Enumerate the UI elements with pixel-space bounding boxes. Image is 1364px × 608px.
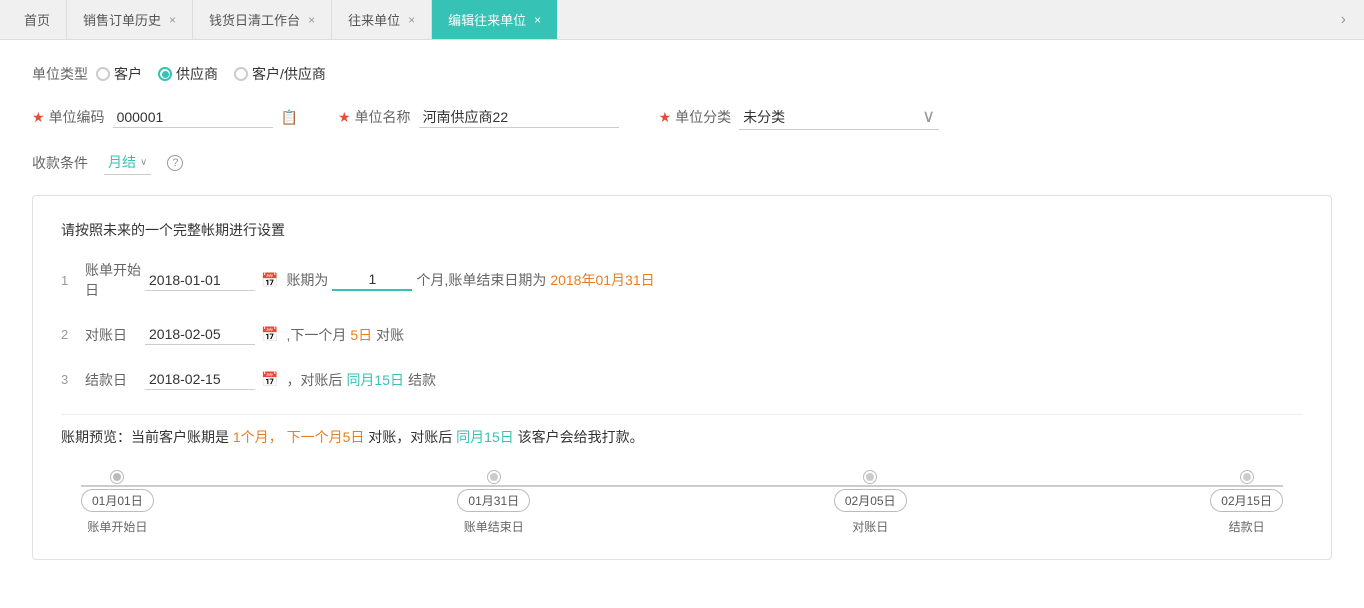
timeline-label-3: 对账日	[852, 518, 888, 535]
payment-terms-help-icon[interactable]: ?	[167, 155, 183, 171]
unit-name-required: ★	[338, 109, 351, 126]
unit-info-row: ★ 单位编码 📋 ★ 单位名称 ★ 单位分类 未分类 ∨	[32, 104, 1332, 130]
timeline-label-1: 账单开始日	[87, 518, 147, 535]
unit-code-input[interactable]	[113, 107, 273, 128]
payment-terms-label: 收款条件	[32, 153, 88, 173]
radio-customer-supplier[interactable]: 客户/供应商	[234, 64, 326, 84]
tab-sales-order-history[interactable]: 销售订单历史 ×	[67, 0, 193, 39]
payment-terms-item: 收款条件 月结 ∨ ?	[32, 150, 183, 175]
payment-terms-row: 收款条件 月结 ∨ ?	[32, 150, 1332, 175]
timeline-date-1: 01月01日	[81, 489, 154, 512]
tab-edit-partner[interactable]: 编辑往来单位 ×	[432, 0, 557, 39]
section-separator	[61, 414, 1303, 415]
radio-customer-supplier-circle	[234, 67, 248, 81]
row-3-day-highlight: 同月15日	[346, 370, 404, 390]
row-1-calendar-icon[interactable]: 📅	[261, 272, 278, 289]
unit-code-icon[interactable]: 📋	[281, 109, 298, 126]
tab-home[interactable]: 首页	[8, 0, 67, 39]
row-2-suffix: ,下一个月 5日 对账	[286, 325, 404, 345]
payment-terms-value: 月结	[108, 152, 136, 172]
row-3-suffix: ，对账后 同月15日 结款	[286, 370, 436, 390]
unit-code-required: ★	[32, 109, 45, 126]
unit-name-item: ★ 单位名称	[338, 107, 619, 128]
row-1-num: 1	[61, 273, 85, 288]
timeline-point-1: 01月01日 账单开始日	[81, 471, 154, 535]
timeline-dot-4	[1241, 471, 1253, 483]
timeline-dot-2	[488, 471, 500, 483]
preview-part1: 1个月，	[233, 429, 283, 445]
close-tab-sales[interactable]: ×	[169, 13, 176, 27]
tab-bar: 首页 销售订单历史 × 钱货日清工作台 × 往来单位 × 编辑往来单位 × ›	[0, 0, 1364, 40]
tab-partner-units[interactable]: 往来单位 ×	[332, 0, 432, 39]
unit-class-value: 未分类	[743, 107, 785, 127]
row-2-type-label: 对账日	[85, 325, 145, 345]
period-settings-section: 请按照未来的一个完整帐期进行设置 1 账单开始日 📅 账期为 个月,账单结束日期…	[32, 195, 1332, 560]
unit-type-item: 单位类型 客户 供应商 客户/供应商	[32, 64, 326, 84]
row-2-day-highlight: 5日	[350, 325, 372, 345]
unit-class-label: 单位分类	[675, 107, 731, 127]
unit-code-item: ★ 单位编码 📋	[32, 107, 298, 128]
timeline-label-2: 账单结束日	[464, 518, 524, 535]
timeline: 01月01日 账单开始日 01月31日 账单结束日 02月05日 对账日	[61, 471, 1303, 535]
tab-cash-ledger[interactable]: 钱货日清工作台 ×	[193, 0, 332, 39]
row-1-type-label: 账单开始日	[85, 260, 145, 300]
unit-name-input[interactable]	[419, 107, 619, 128]
timeline-dot-1	[111, 471, 123, 483]
preview-part2: 下一个月5日	[287, 429, 365, 445]
setting-row-3: 3 结款日 📅 ，对账后 同月15日 结款	[61, 369, 1303, 390]
tab-more-button[interactable]: ›	[1331, 11, 1356, 29]
setting-row-1: 1 账单开始日 📅 账期为 个月,账单结束日期为 2018年01月31日	[61, 260, 1303, 300]
preview-text: 账期预览：当前客户账期是 1个月， 下一个月5日 对账，对账后 同月15日 该客…	[61, 427, 1303, 447]
period-months-input[interactable]	[332, 269, 412, 291]
radio-supplier[interactable]: 供应商	[158, 64, 218, 84]
unit-class-item: ★ 单位分类 未分类 ∨	[659, 104, 940, 130]
setting-row-2: 2 对账日 📅 ,下一个月 5日 对账	[61, 324, 1303, 345]
row-1-suffix: 账期为 个月,账单结束日期为 2018年01月31日	[286, 269, 654, 291]
timeline-date-3: 02月05日	[834, 489, 907, 512]
unit-type-row: 单位类型 客户 供应商 客户/供应商	[32, 64, 1332, 84]
payment-terms-chevron-icon: ∨	[140, 157, 147, 168]
timeline-point-4: 02月15日 结款日	[1210, 471, 1283, 535]
unit-type-label: 单位类型	[32, 64, 88, 84]
close-tab-cash[interactable]: ×	[308, 13, 315, 27]
radio-supplier-circle	[158, 67, 172, 81]
timeline-point-2: 01月31日 账单结束日	[457, 471, 530, 535]
row-2-date-input[interactable]	[145, 324, 255, 345]
row-1-end-date-highlight: 2018年01月31日	[550, 270, 654, 290]
preview-part3: 同月15日	[456, 429, 514, 445]
unit-type-radio-group: 客户 供应商 客户/供应商	[96, 64, 326, 84]
row-3-type-label: 结款日	[85, 370, 145, 390]
unit-code-label: 单位编码	[49, 107, 105, 127]
timeline-label-4: 结款日	[1229, 518, 1265, 535]
timeline-date-2: 01月31日	[457, 489, 530, 512]
payment-terms-select[interactable]: 月结 ∨	[104, 150, 151, 175]
timeline-points: 01月01日 账单开始日 01月31日 账单结束日 02月05日 对账日	[81, 471, 1283, 535]
timeline-point-3: 02月05日 对账日	[834, 471, 907, 535]
close-tab-edit-partner[interactable]: ×	[534, 13, 541, 27]
row-3-num: 3	[61, 372, 85, 387]
unit-class-chevron-icon: ∨	[922, 106, 935, 127]
unit-name-label: 单位名称	[355, 107, 411, 127]
timeline-dot-3	[864, 471, 876, 483]
unit-class-select[interactable]: 未分类 ∨	[739, 104, 939, 130]
unit-class-required: ★	[659, 109, 672, 126]
row-3-date-input[interactable]	[145, 369, 255, 390]
timeline-date-4: 02月15日	[1210, 489, 1283, 512]
row-3-calendar-icon[interactable]: 📅	[261, 371, 278, 388]
close-tab-partner[interactable]: ×	[408, 13, 415, 27]
row-1-date-input[interactable]	[145, 270, 255, 291]
section-hint-text: 请按照未来的一个完整帐期进行设置	[61, 220, 1303, 240]
radio-customer[interactable]: 客户	[96, 64, 142, 84]
page-content: 单位类型 客户 供应商 客户/供应商 ★ 单位编码	[0, 40, 1364, 608]
radio-customer-circle	[96, 67, 110, 81]
row-2-calendar-icon[interactable]: 📅	[261, 326, 278, 343]
row-2-num: 2	[61, 327, 85, 342]
